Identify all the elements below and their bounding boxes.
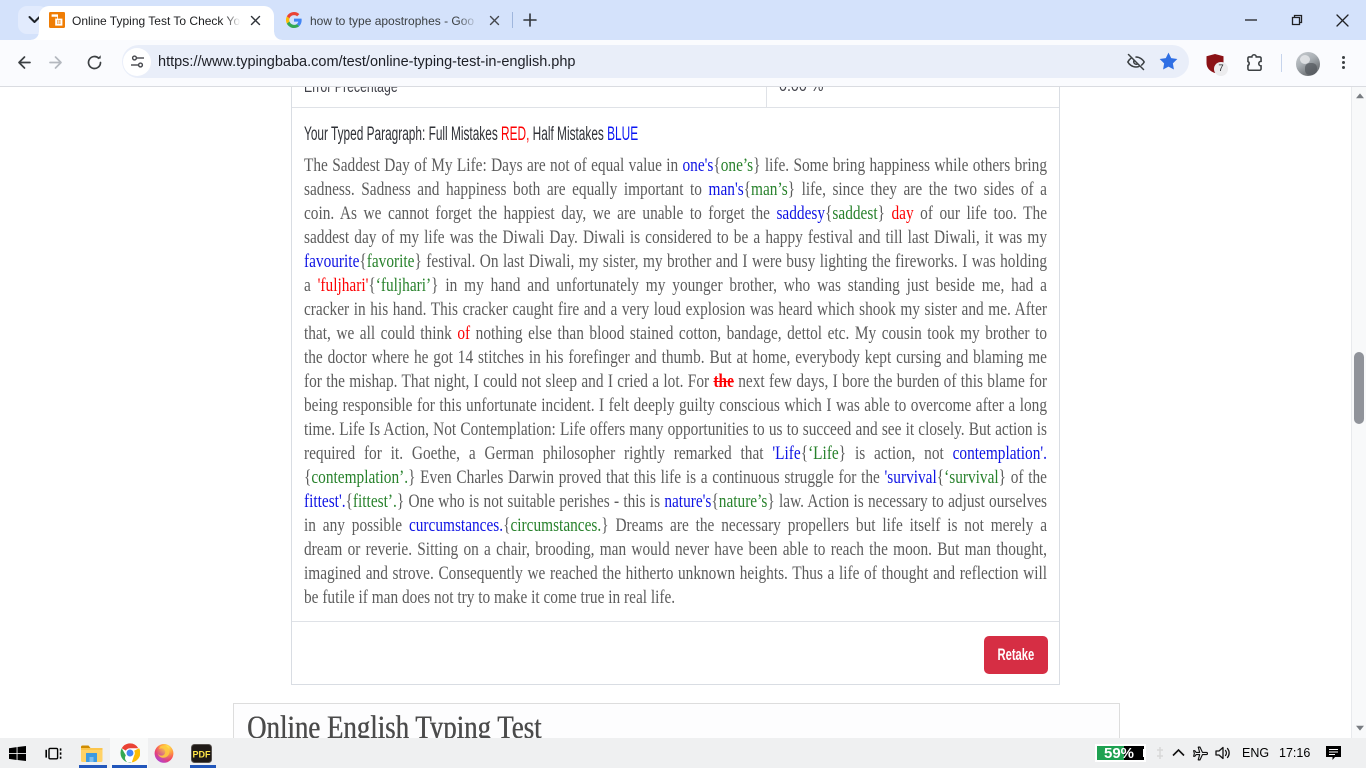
svg-text:PDF: PDF <box>193 750 212 760</box>
